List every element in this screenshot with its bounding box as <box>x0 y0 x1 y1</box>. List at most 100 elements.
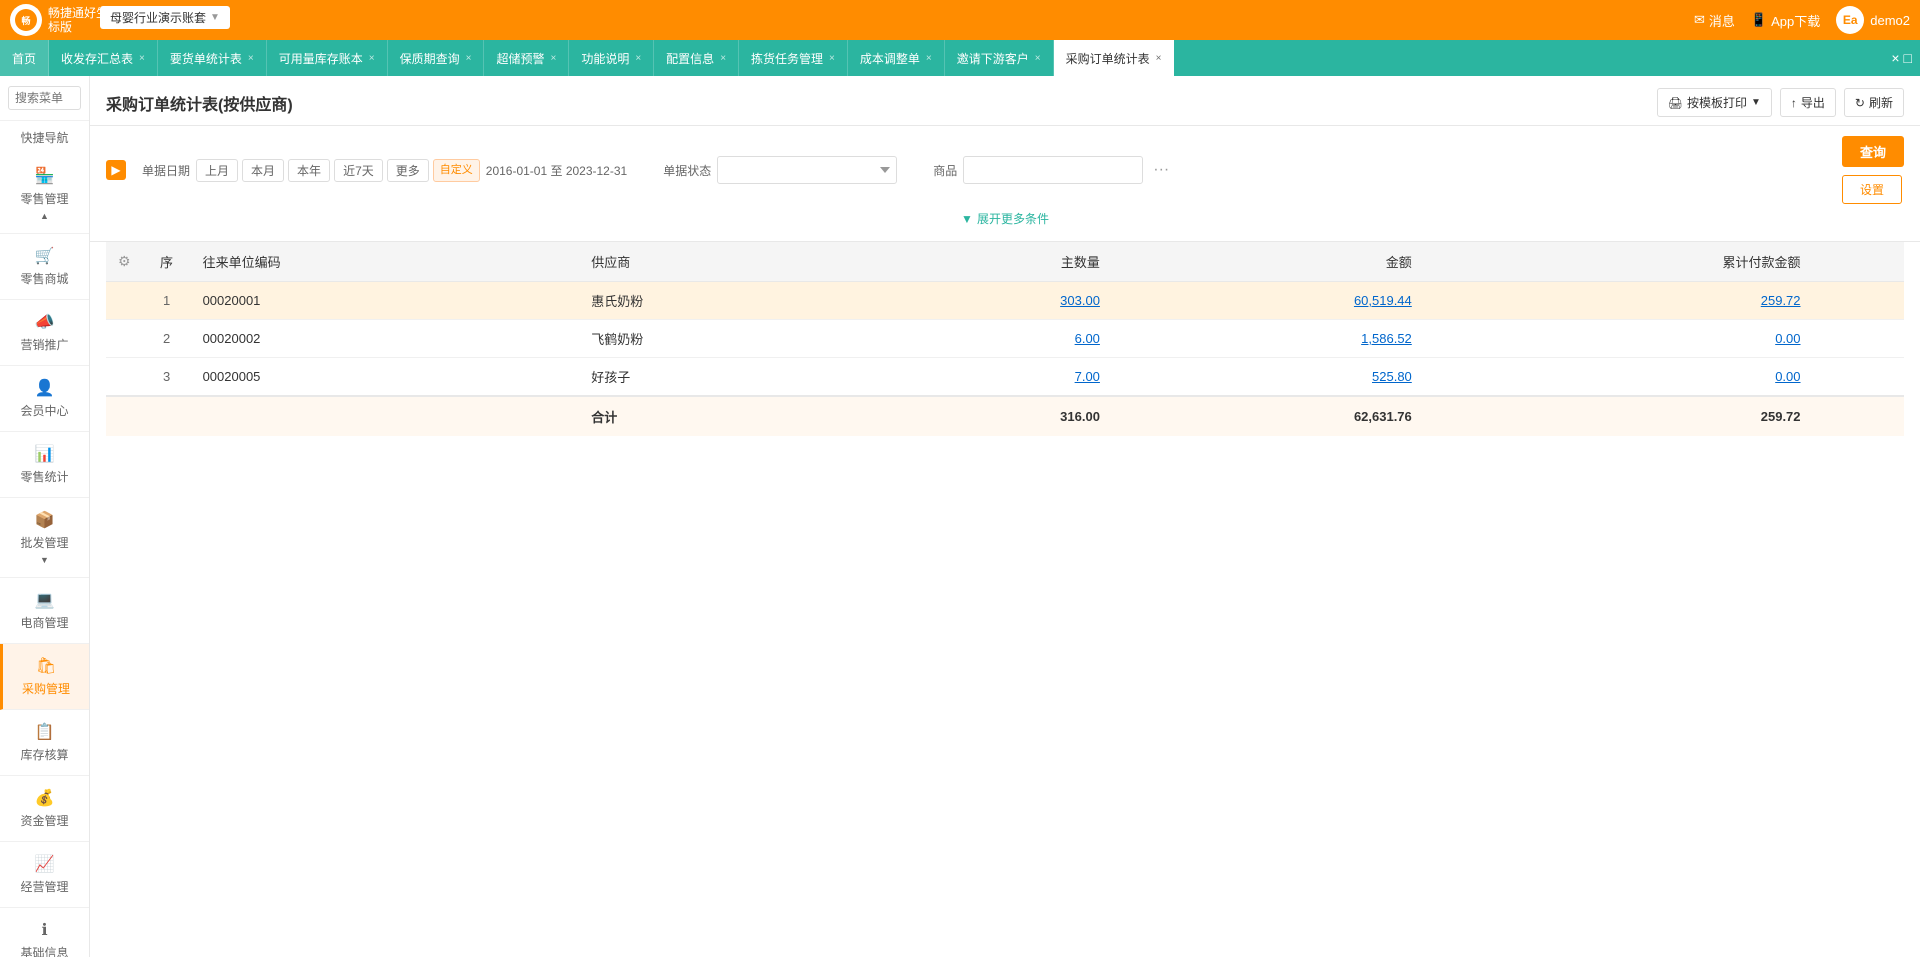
col-unit-code-header: 往来单位编码 <box>191 242 580 282</box>
messages-link[interactable]: ✉ 消息 <box>1694 11 1735 30</box>
close-tab-available-stock[interactable]: × <box>369 53 375 64</box>
sidebar-item-marketing[interactable]: 📣 营销推广 <box>0 300 89 366</box>
tab-available-stock[interactable]: 可用量库存账本 × <box>267 40 388 76</box>
column-settings-icon[interactable]: ⚙ <box>118 253 131 269</box>
row-3-qty[interactable]: 7.00 <box>869 358 1112 397</box>
table-header-row: ⚙ 序 往来单位编码 供应商 主数量 金额 累计付款金额 <box>106 242 1904 282</box>
close-tab-cost-adjust[interactable]: × <box>926 53 932 64</box>
date-btn-this-month[interactable]: 本月 <box>242 159 284 182</box>
query-button[interactable]: 查询 <box>1842 136 1904 167</box>
tab-overstock[interactable]: 超储预警 × <box>484 40 569 76</box>
tab-purchase-summary[interactable]: 采购订单统计表 × <box>1054 40 1175 76</box>
tab-home[interactable]: 首页 <box>0 40 49 76</box>
row-1-qty[interactable]: 303.00 <box>869 282 1112 320</box>
tab-order-summary[interactable]: 要货单统计表 × <box>158 40 267 76</box>
search-input[interactable] <box>8 86 81 110</box>
sidebar-item-operations[interactable]: 📈 经营管理 <box>0 842 89 908</box>
expand-more-button[interactable]: ▼ 展开更多条件 <box>961 210 1049 227</box>
print-chevron-icon: ▼ <box>1751 97 1761 108</box>
col-qty-header: 主数量 <box>869 242 1112 282</box>
print-button[interactable]: 🖨 按模板打印 ▼ <box>1657 88 1772 117</box>
sidebar-item-quick-nav[interactable]: 快捷导航 <box>0 121 89 154</box>
tab-invite-downstream[interactable]: 邀请下游客户 × <box>945 40 1054 76</box>
row-3-paid-amount[interactable]: 0.00 <box>1424 358 1813 397</box>
table-row: 1 00020001 惠氏奶粉 303.00 60,519.44 259.72 <box>106 282 1904 320</box>
date-btn-more[interactable]: 更多 <box>387 159 429 182</box>
sidebar-item-finance[interactable]: 💰 资金管理 <box>0 776 89 842</box>
workspace-chevron-icon: ▼ <box>210 12 220 23</box>
date-label: 单据日期 <box>142 162 190 179</box>
footer-qty: 316.00 <box>869 396 1112 436</box>
sidebar-item-ecommerce[interactable]: 💻 电商管理 <box>0 578 89 644</box>
export-button[interactable]: ↑ 导出 <box>1780 88 1836 117</box>
settings-button[interactable]: 设置 <box>1842 175 1902 204</box>
tab-expiry-query[interactable]: 保质期查询 × <box>388 40 485 76</box>
close-tab-order-summary[interactable]: × <box>248 53 254 64</box>
data-table-container: ⚙ 序 往来单位编码 供应商 主数量 金额 累计付款金额 1 <box>90 242 1920 957</box>
header-actions: 🖨 按模板打印 ▼ ↑ 导出 ↻ 刷新 <box>1657 88 1904 117</box>
finance-icon: 💰 <box>35 788 55 808</box>
footer-no <box>143 396 191 436</box>
row-2-paid-amount[interactable]: 0.00 <box>1424 320 1813 358</box>
app-download-link[interactable]: 📱 App下载 <box>1751 11 1820 30</box>
sidebar-item-retail[interactable]: 🏪 零售管理 ▲ <box>0 154 89 234</box>
sidebar-item-retail-stats[interactable]: 📊 零售统计 <box>0 432 89 498</box>
close-tab-expiry-query[interactable]: × <box>466 53 472 64</box>
workspace-selector[interactable]: 母婴行业演示账套 ▼ <box>100 6 230 29</box>
data-table: ⚙ 序 往来单位编码 供应商 主数量 金额 累计付款金额 1 <box>106 242 1904 436</box>
sidebar-item-wholesale[interactable]: 📦 批发管理 ▼ <box>0 498 89 578</box>
table-row: 2 00020002 飞鹤奶粉 6.00 1,586.52 0.00 <box>106 320 1904 358</box>
status-select[interactable] <box>717 156 897 184</box>
tab-feature-guide[interactable]: 功能说明 × <box>569 40 654 76</box>
row-3-unit-code: 00020005 <box>191 358 580 397</box>
close-tab-invite-downstream[interactable]: × <box>1035 53 1041 64</box>
date-btn-this-year[interactable]: 本年 <box>288 159 330 182</box>
row-1-amount[interactable]: 60,519.44 <box>1112 282 1424 320</box>
sidebar-item-member[interactable]: 👤 会员中心 <box>0 366 89 432</box>
date-btn-7days[interactable]: 近7天 <box>334 159 383 182</box>
row-1-supplier: 惠氏奶粉 <box>579 282 869 320</box>
sidebar-item-inventory[interactable]: 📋 库存核算 <box>0 710 89 776</box>
sidebar-search-area[interactable] <box>0 76 89 121</box>
tab-config[interactable]: 配置信息 × <box>654 40 739 76</box>
sidebar-item-purchase[interactable]: 🛍 采购管理 <box>0 644 89 710</box>
col-extra-header <box>1813 242 1904 282</box>
user-area[interactable]: Ea demo2 <box>1836 6 1910 34</box>
footer-extra <box>1813 396 1904 436</box>
refresh-button[interactable]: ↻ 刷新 <box>1844 88 1904 117</box>
date-btn-last-month[interactable]: 上月 <box>196 159 238 182</box>
tab-cost-adjust[interactable]: 成本调整单 × <box>848 40 945 76</box>
row-2-setting <box>106 320 143 358</box>
sidebar-item-basic-info[interactable]: ℹ 基础信息 <box>0 908 89 957</box>
maximize-icon[interactable]: □ <box>1904 50 1912 66</box>
close-all-tabs-icon[interactable]: × <box>1891 50 1899 66</box>
page-title: 采购订单统计表(按供应商) <box>106 91 293 115</box>
status-label: 单据状态 <box>663 162 711 179</box>
row-1-paid-amount[interactable]: 259.72 <box>1424 282 1813 320</box>
purchase-icon: 🛍 <box>36 656 56 676</box>
row-2-amount[interactable]: 1,586.52 <box>1112 320 1424 358</box>
close-tab-pick-task[interactable]: × <box>829 53 835 64</box>
footer-amount: 62,631.76 <box>1112 396 1424 436</box>
goods-ellipsis-button[interactable]: ··· <box>1149 161 1173 179</box>
tab-receive-send[interactable]: 收发存汇总表 × <box>49 40 158 76</box>
row-1-unit-code: 00020001 <box>191 282 580 320</box>
row-3-extra <box>1813 358 1904 397</box>
col-no-header: 序 <box>143 242 191 282</box>
close-tab-feature-guide[interactable]: × <box>635 53 641 64</box>
tab-pick-task[interactable]: 拣货任务管理 × <box>739 40 848 76</box>
message-icon: ✉ <box>1694 12 1705 28</box>
row-2-extra <box>1813 320 1904 358</box>
goods-input[interactable] <box>963 156 1143 184</box>
close-tab-config[interactable]: × <box>720 53 726 64</box>
expand-icon: ▼ <box>961 212 973 226</box>
row-3-amount[interactable]: 525.80 <box>1112 358 1424 397</box>
sidebar-item-retail-shop[interactable]: 🛒 零售商城 <box>0 234 89 300</box>
close-tab-receive-send[interactable]: × <box>139 53 145 64</box>
row-2-qty[interactable]: 6.00 <box>869 320 1112 358</box>
filter-toggle-button[interactable]: ▶ <box>106 160 126 180</box>
retail-shop-icon: 🛒 <box>35 246 55 266</box>
close-tab-purchase-summary[interactable]: × <box>1156 53 1162 64</box>
wholesale-icon: 📦 <box>35 510 55 530</box>
close-tab-overstock[interactable]: × <box>550 53 556 64</box>
